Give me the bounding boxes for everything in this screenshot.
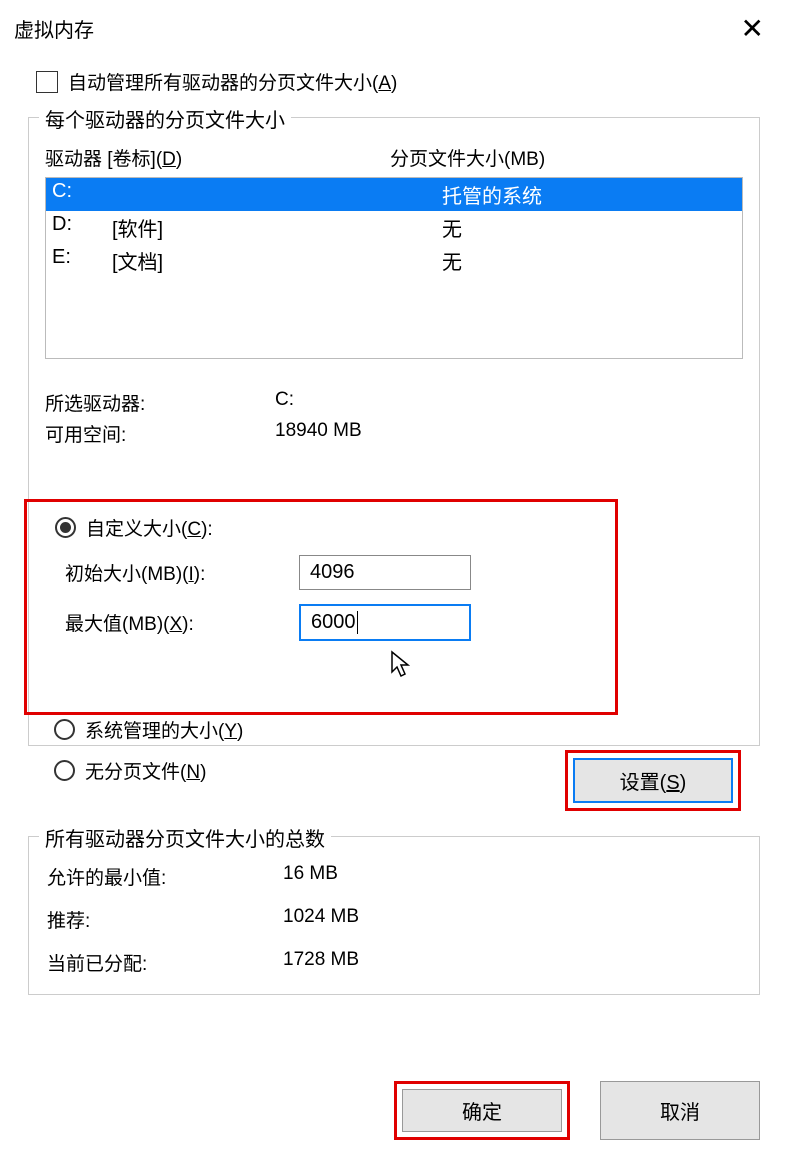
col-header-drive: 驱动器 [卷标](D) (45, 144, 390, 171)
radio-system-icon[interactable] (54, 719, 75, 740)
drive-row-c[interactable]: C: 托管的系统 (46, 178, 742, 211)
totals-title: 所有驱动器分页文件大小的总数 (39, 823, 331, 852)
rec-label: 推荐: (47, 906, 283, 933)
initial-size-label: 初始大小(MB)(I): (65, 559, 299, 586)
radio-no-paging[interactable]: 无分页文件(N) (54, 757, 243, 784)
free-space-label: 可用空间: (45, 420, 275, 447)
max-size-input[interactable]: 6000 (299, 604, 471, 641)
radio-custom-size[interactable]: 自定义大小(C): (55, 514, 605, 541)
dialog-title: 虚拟内存 (14, 14, 94, 43)
cur-value: 1728 MB (283, 949, 359, 976)
highlight-set-button: 设置(S) (565, 750, 741, 811)
initial-size-input[interactable] (299, 555, 471, 590)
col-header-size: 分页文件大小(MB) (390, 144, 743, 171)
close-icon[interactable]: ✕ (731, 12, 774, 45)
rec-value: 1024 MB (283, 906, 359, 933)
highlight-custom-size: 自定义大小(C): 初始大小(MB)(I): 最大值(MB)(X): 6000 (24, 499, 618, 715)
auto-manage-label: 自动管理所有驱动器的分页文件大小(A) (68, 68, 397, 95)
auto-manage-checkbox[interactable] (36, 71, 58, 93)
selected-drive-value: C: (275, 389, 743, 416)
drives-group-title: 每个驱动器的分页文件大小 (39, 104, 291, 133)
max-size-label: 最大值(MB)(X): (65, 609, 299, 636)
drive-row-e[interactable]: E: [文档] 无 (46, 244, 742, 277)
cancel-button[interactable]: 取消 (600, 1081, 760, 1140)
min-value: 16 MB (283, 863, 338, 890)
auto-manage-checkbox-row[interactable]: 自动管理所有驱动器的分页文件大小(A) (36, 68, 760, 95)
radio-system-managed[interactable]: 系统管理的大小(Y) (54, 716, 243, 743)
radio-custom-icon[interactable] (55, 517, 76, 538)
drive-row-d[interactable]: D: [软件] 无 (46, 211, 742, 244)
ok-button[interactable]: 确定 (402, 1089, 562, 1132)
drive-list[interactable]: C: 托管的系统 D: [软件] 无 E: [文档] 无 (45, 177, 743, 359)
min-label: 允许的最小值: (47, 863, 283, 890)
cur-label: 当前已分配: (47, 949, 283, 976)
totals-groupbox: 所有驱动器分页文件大小的总数 允许的最小值: 16 MB 推荐: 1024 MB… (28, 836, 760, 995)
highlight-ok-button: 确定 (394, 1081, 570, 1140)
radio-none-icon[interactable] (54, 760, 75, 781)
free-space-value: 18940 MB (275, 420, 743, 447)
selected-drive-label: 所选驱动器: (45, 389, 275, 416)
set-button[interactable]: 设置(S) (573, 758, 733, 803)
